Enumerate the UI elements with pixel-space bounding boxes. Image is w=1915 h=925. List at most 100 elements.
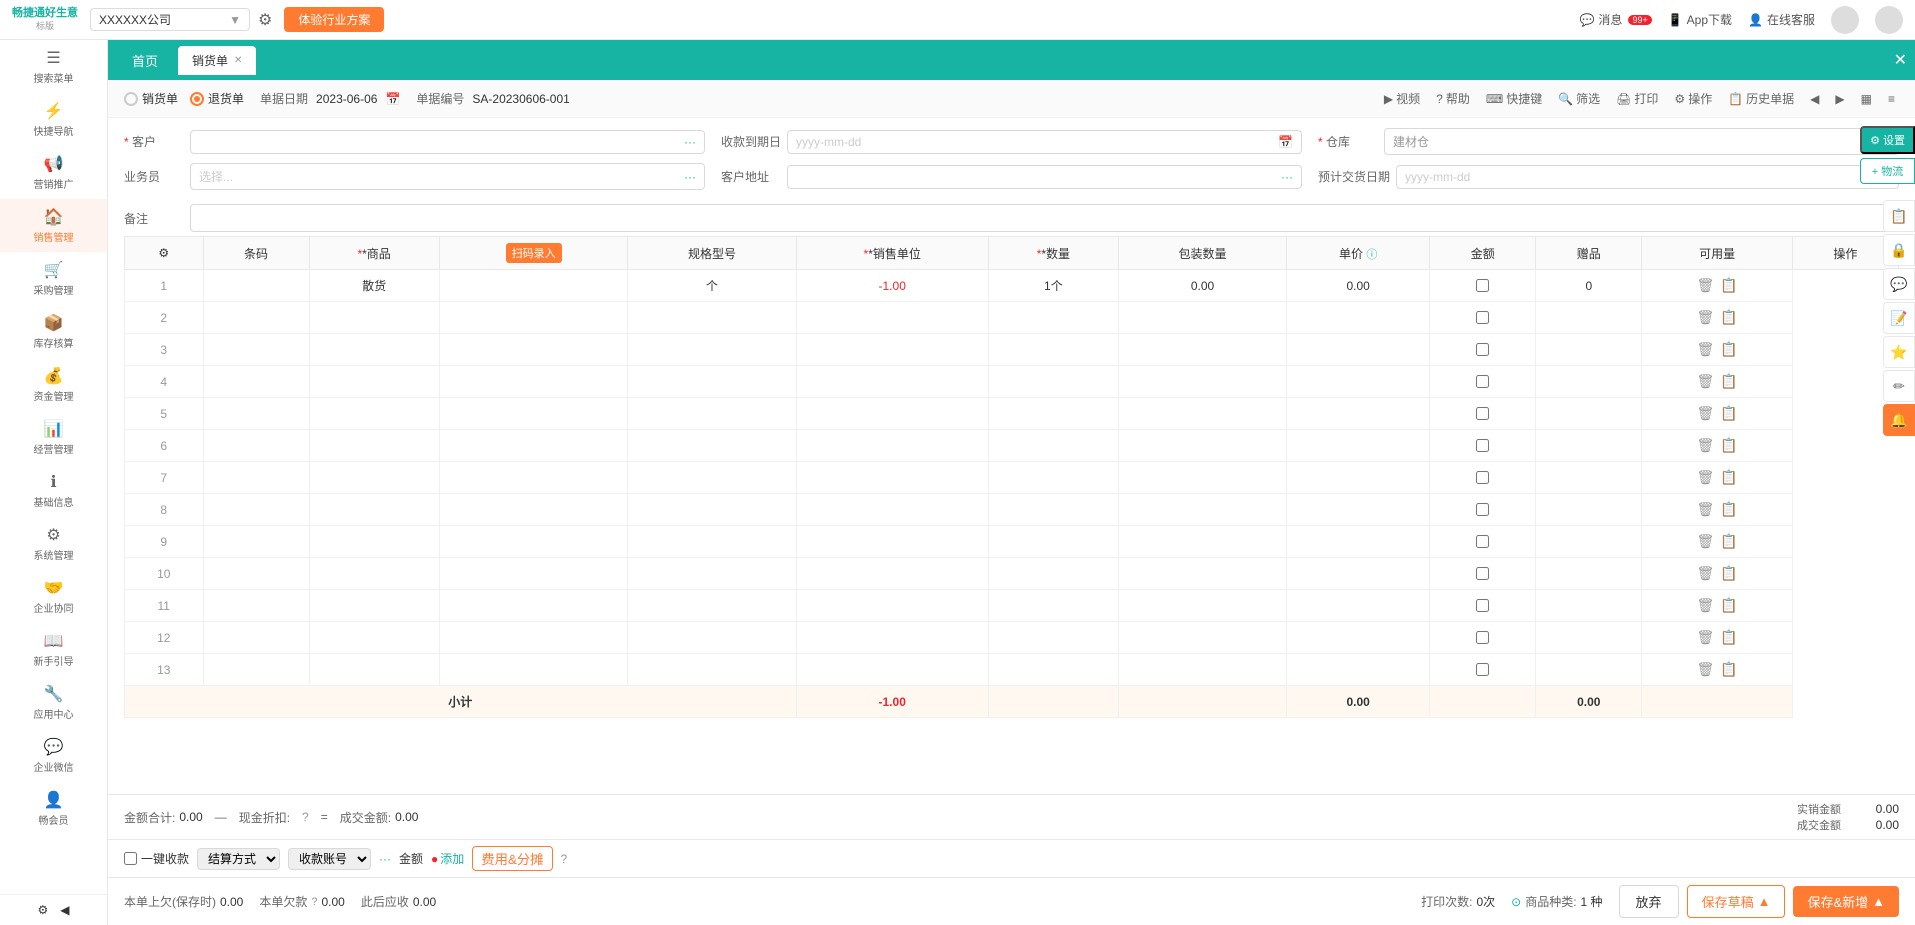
row-unit[interactable] [628, 334, 796, 366]
row-gift[interactable] [1430, 526, 1536, 558]
row-barcode[interactable] [203, 622, 309, 654]
row-spec[interactable] [439, 398, 628, 430]
help-discount-icon[interactable]: ? [302, 810, 309, 824]
sidebar-item-purchase[interactable]: 🛒 采购管理 [0, 252, 107, 305]
save-new-button[interactable]: 保存&新增 ▲ [1793, 886, 1899, 917]
sidebar-item-management[interactable]: 📊 经营管理 [0, 411, 107, 464]
row-spec[interactable] [439, 462, 628, 494]
sidebar-item-guide[interactable]: 📖 新手引导 [0, 623, 107, 676]
copy-row-icon[interactable]: 📋 [1720, 629, 1737, 646]
row-unit[interactable] [628, 622, 796, 654]
delete-row-icon[interactable]: 🗑 [1696, 437, 1714, 454]
gift-checkbox[interactable] [1476, 311, 1489, 324]
row-product[interactable] [309, 398, 439, 430]
help-owe-icon[interactable]: ? [311, 896, 317, 908]
one-click-checkbox[interactable] [124, 852, 137, 865]
row-barcode[interactable] [203, 590, 309, 622]
row-spec[interactable] [439, 654, 628, 686]
copy-row-icon[interactable]: 📋 [1720, 597, 1737, 614]
calendar-icon[interactable]: 📅 [385, 92, 400, 106]
list-view-btn[interactable]: ≡ [1884, 90, 1899, 108]
history-btn[interactable]: 📋 历史单据 [1724, 88, 1798, 109]
row-qty[interactable] [796, 398, 988, 430]
expense-help-icon[interactable]: ? [561, 852, 568, 866]
gift-checkbox[interactable] [1476, 663, 1489, 676]
copy-row-icon[interactable]: 📋 [1720, 501, 1737, 518]
row-gift[interactable] [1430, 398, 1536, 430]
sidebar-item-search[interactable]: ☰ 搜索菜单 [0, 40, 107, 93]
row-unit[interactable] [628, 590, 796, 622]
filter-btn[interactable]: 🔍 筛选 [1554, 88, 1604, 109]
row-gift[interactable] [1430, 430, 1536, 462]
row-amount[interactable] [1287, 526, 1430, 558]
row-pkg-qty[interactable] [988, 398, 1118, 430]
messages-button[interactable]: 💬 消息 99+ [1579, 11, 1651, 28]
gift-checkbox[interactable] [1476, 535, 1489, 548]
avatar2[interactable] [1875, 6, 1903, 34]
row-price[interactable] [1118, 526, 1286, 558]
expected-date-input[interactable]: yyyy-mm-dd 📅 [1396, 165, 1899, 189]
gift-checkbox[interactable] [1476, 439, 1489, 452]
delete-row-icon[interactable]: 🗑 [1696, 341, 1714, 358]
row-unit[interactable] [628, 366, 796, 398]
delete-row-icon[interactable]: 🗑 [1696, 405, 1714, 422]
row-barcode[interactable] [203, 654, 309, 686]
row-product[interactable] [309, 366, 439, 398]
print-btn[interactable]: 🖨 打印 [1612, 88, 1662, 109]
logistics-pill-btn[interactable]: + 物流 [1860, 158, 1915, 184]
row-amount[interactable] [1287, 494, 1430, 526]
row-product[interactable] [309, 462, 439, 494]
row-qty[interactable] [796, 654, 988, 686]
online-service-button[interactable]: 👤 在线客服 [1748, 11, 1815, 28]
row-product[interactable] [309, 526, 439, 558]
row-qty[interactable] [796, 366, 988, 398]
shortcut-btn[interactable]: ⌨ 快捷键 [1482, 88, 1546, 109]
payment-date-input[interactable]: yyyy-mm-dd 📅 [787, 130, 1302, 154]
row-gift[interactable] [1430, 270, 1536, 302]
trial-button[interactable]: 体验行业方案 [284, 7, 384, 32]
gift-checkbox[interactable] [1476, 343, 1489, 356]
float-btn-edit[interactable]: ✏ [1883, 370, 1915, 402]
row-barcode[interactable] [203, 558, 309, 590]
radio-sale[interactable]: 销货单 [124, 90, 178, 107]
gift-checkbox[interactable] [1476, 503, 1489, 516]
row-product[interactable]: 散货 [309, 270, 439, 302]
row-amount[interactable] [1287, 398, 1430, 430]
gift-checkbox[interactable] [1476, 567, 1489, 580]
save-draft-button[interactable]: 保存草稿 ▲ [1687, 885, 1786, 918]
row-barcode[interactable] [203, 334, 309, 366]
delete-row-icon[interactable]: 🗑 [1696, 501, 1714, 518]
tab-close-icon[interactable]: ✕ [234, 55, 242, 66]
salesperson-input[interactable]: 选择... ··· [190, 163, 705, 190]
gift-checkbox[interactable] [1476, 375, 1489, 388]
app-download-button[interactable]: 📱 App下载 [1668, 11, 1732, 28]
sidebar-item-system[interactable]: ⚙ 系统管理 [0, 517, 107, 570]
row-qty[interactable] [796, 622, 988, 654]
row-barcode[interactable] [203, 494, 309, 526]
grid-view-btn[interactable]: ▦ [1857, 90, 1876, 108]
notes-input[interactable] [190, 204, 1899, 232]
payment-account-select[interactable]: 收款账号 [288, 848, 371, 870]
gift-checkbox[interactable] [1476, 471, 1489, 484]
row-gift[interactable] [1430, 366, 1536, 398]
row-amount[interactable] [1287, 622, 1430, 654]
copy-row-icon[interactable]: 📋 [1720, 341, 1737, 358]
gift-checkbox[interactable] [1476, 599, 1489, 612]
float-btn-copy[interactable]: 📋 [1883, 200, 1915, 232]
row-barcode[interactable] [203, 462, 309, 494]
company-selector[interactable]: XXXXXX公司 ▼ [90, 8, 250, 31]
copy-row-icon[interactable]: 📋 [1720, 277, 1737, 294]
gift-checkbox[interactable] [1476, 631, 1489, 644]
row-gift[interactable] [1430, 590, 1536, 622]
row-price[interactable] [1118, 494, 1286, 526]
tab-home[interactable]: 首页 [116, 45, 174, 76]
customer-input[interactable]: ··· [190, 130, 705, 154]
row-price[interactable] [1118, 334, 1286, 366]
row-amount[interactable]: 0.00 [1287, 270, 1430, 302]
row-price[interactable] [1118, 366, 1286, 398]
row-spec[interactable] [439, 590, 628, 622]
row-product[interactable] [309, 622, 439, 654]
row-pkg-qty[interactable] [988, 462, 1118, 494]
operation-btn[interactable]: ⚙ 操作 [1670, 88, 1716, 109]
close-all-icon[interactable]: ✕ [1894, 50, 1907, 70]
